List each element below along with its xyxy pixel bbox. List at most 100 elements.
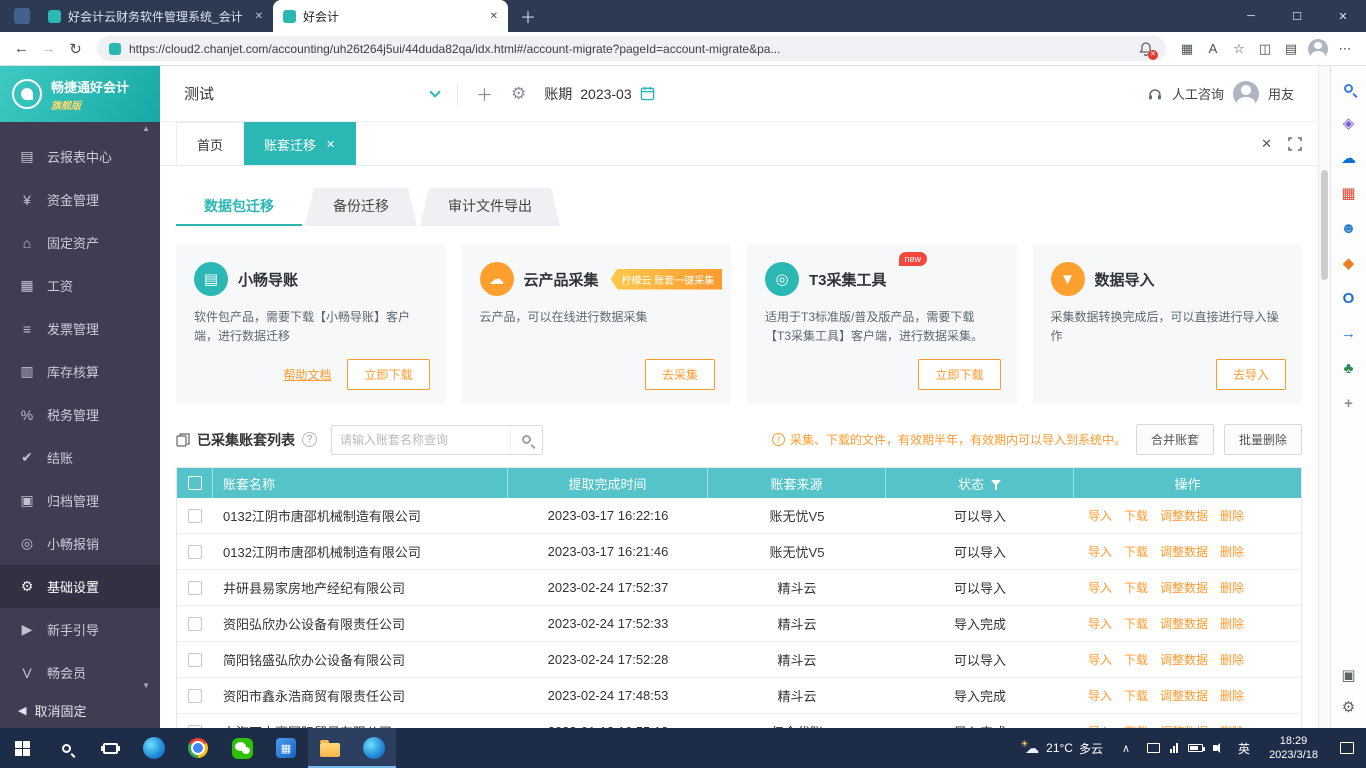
fullscreen-icon[interactable]	[1288, 136, 1302, 151]
row-checkbox[interactable]	[188, 688, 202, 703]
search-input[interactable]	[332, 425, 510, 454]
action-import-link[interactable]: 导入	[1088, 687, 1112, 704]
action-adjust-link[interactable]: 调整数据	[1160, 543, 1208, 560]
subtab-backup-migrate[interactable]: 备份迁移	[305, 188, 417, 226]
microsoft365-icon[interactable]: ▦	[1341, 185, 1355, 202]
action-adjust-link[interactable]: 调整数据	[1160, 615, 1208, 632]
accounting-period[interactable]: 账期 2023-03	[544, 84, 654, 104]
task-view-button[interactable]	[88, 728, 132, 768]
t3-tool-button[interactable]: 立即下载	[918, 359, 1001, 390]
page-tab-home[interactable]: 首页	[176, 122, 245, 165]
file-explorer-icon[interactable]	[308, 728, 352, 768]
sidebar-item-settings[interactable]: ⚙ 基础设置	[0, 565, 160, 608]
action-center-button[interactable]	[1328, 742, 1366, 754]
address-bar[interactable]: https://cloud2.chanjet.com/accounting/uh…	[97, 36, 1166, 61]
taskbar-search-button[interactable]	[44, 728, 88, 768]
ledger-export-button[interactable]: 立即下载	[347, 359, 430, 390]
new-tab-button[interactable]: ＋	[508, 4, 548, 28]
action-delete-link[interactable]: 删除	[1220, 615, 1244, 632]
taskbar-clock[interactable]: 18:29 2023/3/18	[1259, 734, 1328, 762]
filter-icon[interactable]	[991, 480, 1001, 490]
row-checkbox[interactable]	[188, 544, 202, 559]
site-info-icon[interactable]	[109, 42, 121, 55]
sidebar-panel-icon[interactable]: ▣	[1341, 667, 1355, 684]
sidebar-item-cloud-report[interactable]: ▤ 云报表中心	[0, 135, 160, 178]
start-button[interactable]	[0, 728, 44, 768]
action-import-link[interactable]: 导入	[1088, 579, 1112, 596]
add-account-set-icon[interactable]: ＋	[476, 81, 493, 106]
action-download-link[interactable]: 下载	[1124, 543, 1148, 560]
page-tab-close-icon[interactable]: ✕	[326, 138, 335, 151]
drop-cloud-icon[interactable]: ☁	[1341, 150, 1356, 167]
sidebar-item-inventory[interactable]: ▥ 库存核算	[0, 350, 160, 393]
sidebar-item-archive[interactable]: ▣ 归档管理	[0, 479, 160, 522]
action-delete-link[interactable]: 删除	[1220, 651, 1244, 668]
action-download-link[interactable]: 下载	[1124, 507, 1148, 524]
batch-delete-button[interactable]: 批量删除	[1223, 424, 1302, 455]
favorite-star-icon[interactable]: ☆	[1226, 41, 1252, 57]
support-link[interactable]: 人工咨询	[1172, 84, 1224, 103]
more-menu-icon[interactable]: ⋯	[1332, 41, 1358, 57]
tab-close-icon[interactable]: ✕	[255, 11, 263, 22]
people-icon[interactable]: ☻	[1341, 220, 1357, 237]
sidebar-item-fixed-assets[interactable]: ⌂ 固定资产	[0, 221, 160, 264]
apps-grid-icon[interactable]: ▦	[1174, 41, 1200, 57]
weather-widget[interactable]: ☀ ☁ 21°C 多云	[1010, 739, 1113, 757]
row-checkbox[interactable]	[188, 652, 202, 667]
help-doc-link[interactable]: 帮助文档	[283, 366, 331, 383]
sidebar-item-tax[interactable]: % 税务管理	[0, 393, 160, 436]
data-import-button[interactable]: 去导入	[1215, 359, 1286, 390]
sidebar-item-guide[interactable]: ▶ 新手引导	[0, 608, 160, 651]
row-checkbox[interactable]	[188, 580, 202, 595]
sidebar-item-reimburse[interactable]: ◎ 小畅报销	[0, 522, 160, 565]
chrome-icon[interactable]	[176, 728, 220, 768]
row-checkbox[interactable]	[188, 616, 202, 631]
scrollbar-thumb[interactable]	[1321, 170, 1328, 280]
action-delete-link[interactable]: 删除	[1220, 687, 1244, 704]
favorites-bar-icon[interactable]: ▤	[1278, 41, 1304, 57]
edge-active-window-icon[interactable]	[352, 728, 396, 768]
battery-icon[interactable]	[1188, 744, 1206, 752]
notifications-blocked-icon[interactable]: ✕	[1138, 41, 1158, 60]
split-screen-icon[interactable]: ◫	[1252, 41, 1278, 57]
browser-tab-active[interactable]: 好会计 ✕	[273, 0, 508, 32]
action-download-link[interactable]: 下载	[1124, 687, 1148, 704]
action-delete-link[interactable]: 删除	[1220, 579, 1244, 596]
sidebar-item-closing[interactable]: ✔ 结账	[0, 436, 160, 479]
sidebar-item-payroll[interactable]: ▦ 工资	[0, 264, 160, 307]
page-scrollbar[interactable]	[1318, 66, 1330, 728]
sidebar-item-funds[interactable]: ¥ 资金管理	[0, 178, 160, 221]
minimize-button[interactable]: ─	[1228, 0, 1274, 32]
maximize-button[interactable]: ☐	[1274, 0, 1320, 32]
sidebar-item-invoice[interactable]: ≡ 发票管理	[0, 307, 160, 350]
action-import-link[interactable]: 导入	[1088, 615, 1112, 632]
volume-icon[interactable]	[1213, 743, 1221, 753]
action-adjust-link[interactable]: 调整数据	[1160, 507, 1208, 524]
user-avatar[interactable]	[1232, 80, 1259, 107]
read-aloud-icon[interactable]: A	[1200, 41, 1226, 56]
action-adjust-link[interactable]: 调整数据	[1160, 687, 1208, 704]
wechat-icon[interactable]	[220, 728, 264, 768]
monitor-icon[interactable]	[1147, 743, 1161, 753]
action-import-link[interactable]: 导入	[1088, 507, 1112, 524]
help-icon[interactable]: ?	[302, 432, 317, 447]
action-import-link[interactable]: 导入	[1088, 651, 1112, 668]
add-sidebar-app-icon[interactable]: +	[1344, 395, 1353, 412]
sidebar-scroll-up-icon[interactable]: ▲	[0, 122, 160, 135]
tray-expand-icon[interactable]: ∧	[1113, 742, 1139, 755]
games-icon[interactable]: ◆	[1343, 255, 1355, 272]
sidebar-settings-icon[interactable]: ⚙	[1342, 699, 1355, 716]
action-download-link[interactable]: 下载	[1124, 651, 1148, 668]
sidebar-scroll-down-icon[interactable]: ▼	[0, 679, 160, 692]
merge-books-button[interactable]: 合并账套	[1135, 424, 1214, 455]
copilot-icon[interactable]: ◈	[1343, 115, 1355, 132]
action-adjust-link[interactable]: 调整数据	[1160, 651, 1208, 668]
account-set-dropdown[interactable]: 测试	[184, 83, 441, 104]
performance-icon[interactable]: →	[1341, 325, 1356, 342]
browser-tab-inactive[interactable]: 好会计云财务软件管理系统_会计 ✕	[38, 0, 273, 32]
settings-gear-icon[interactable]: ⚙	[511, 84, 526, 104]
bing-search-icon[interactable]	[1343, 80, 1353, 97]
action-adjust-link[interactable]: 调整数据	[1160, 579, 1208, 596]
action-download-link[interactable]: 下载	[1124, 579, 1148, 596]
close-button[interactable]: ✕	[1320, 0, 1366, 32]
